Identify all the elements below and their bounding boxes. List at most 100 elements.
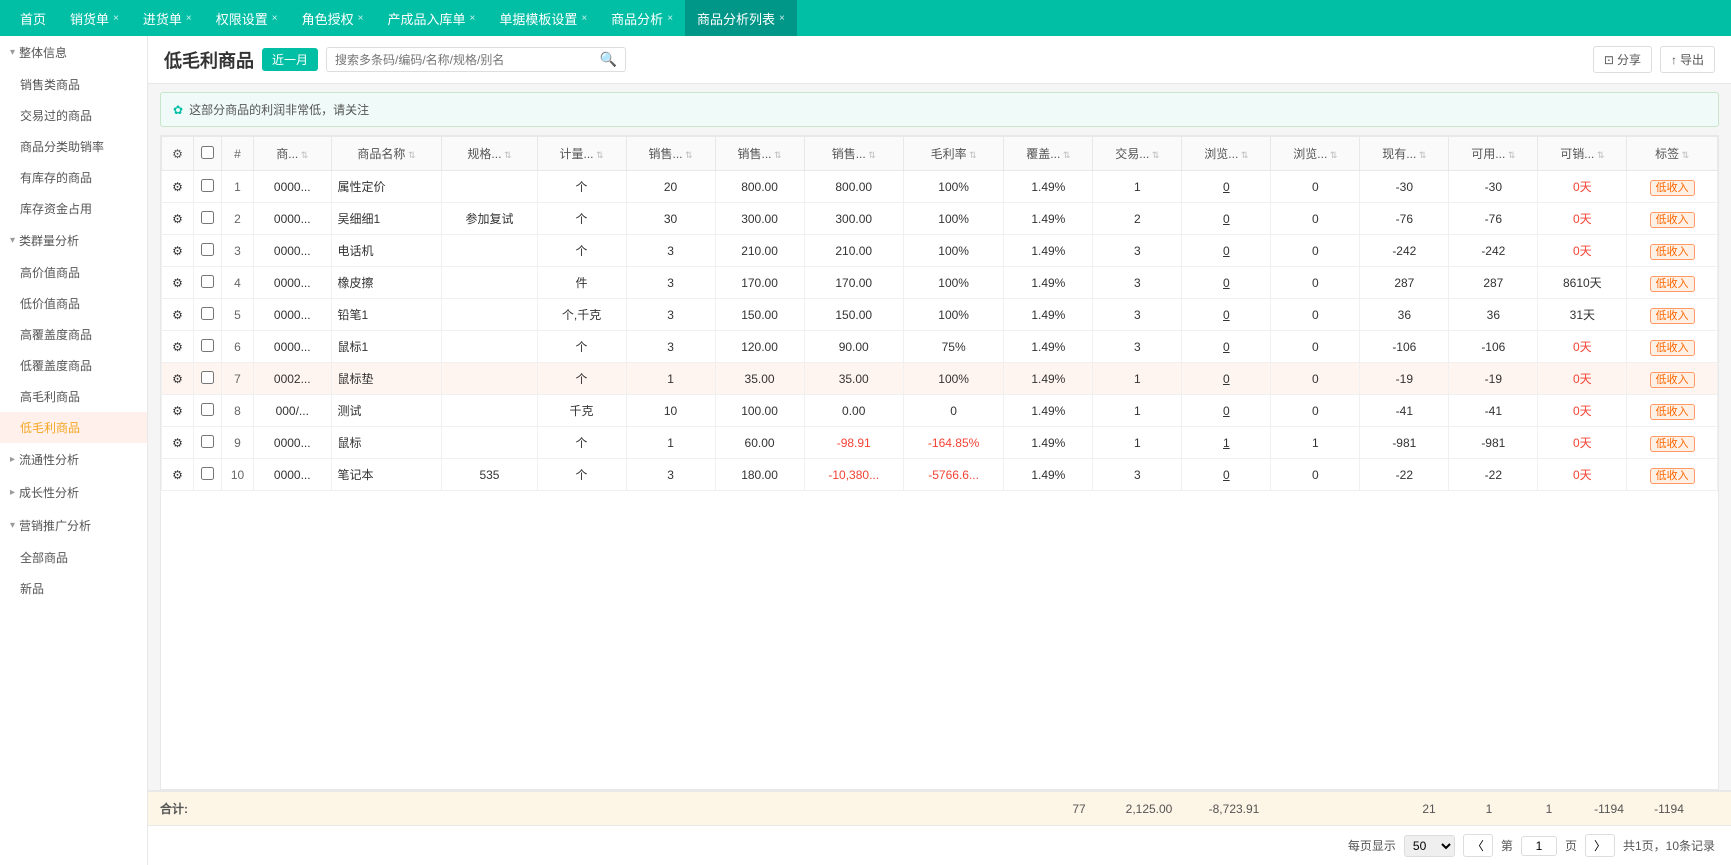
next-page-button[interactable]: 〉 (1585, 834, 1615, 857)
col-salable[interactable]: 可销... (1538, 137, 1627, 171)
col-sale-qty[interactable]: 销售... (626, 137, 715, 171)
export-button[interactable]: ↑ 导出 (1660, 46, 1715, 73)
checkbox-cell[interactable] (194, 299, 222, 331)
browse-count1-cell[interactable]: 0 (1182, 395, 1271, 427)
search-input[interactable] (335, 53, 600, 67)
sidebar-item-stock-capital[interactable]: 库存资金占用 (0, 193, 147, 224)
settings-cell[interactable]: ⚙ (162, 267, 194, 299)
col-trade-count[interactable]: 交易... (1093, 137, 1182, 171)
nav-close-icon[interactable]: × (358, 13, 364, 24)
search-icon[interactable]: 🔍 (600, 51, 617, 68)
share-button[interactable]: ⊡ 分享 (1593, 46, 1652, 73)
col-gross-rate[interactable]: 毛利率 (903, 137, 1003, 171)
nav-purchase-order[interactable]: 进货单 × (131, 0, 204, 36)
row-checkbox[interactable] (201, 467, 214, 480)
col-settings[interactable]: ⚙ (162, 137, 194, 171)
settings-cell[interactable]: ⚙ (162, 235, 194, 267)
nav-close-icon[interactable]: × (186, 13, 192, 24)
nav-home[interactable]: 首页 (8, 0, 58, 36)
settings-cell[interactable]: ⚙ (162, 299, 194, 331)
col-cover-rate[interactable]: 覆盖... (1004, 137, 1093, 171)
sidebar-item-sales-products[interactable]: 销售类商品 (0, 69, 147, 100)
browse-count1-cell[interactable]: 0 (1182, 171, 1271, 203)
col-select-all[interactable] (194, 137, 222, 171)
sidebar-item-traded-products[interactable]: 交易过的商品 (0, 100, 147, 131)
checkbox-cell[interactable] (194, 171, 222, 203)
browse-count1-cell[interactable]: 0 (1182, 299, 1271, 331)
checkbox-cell[interactable] (194, 235, 222, 267)
nav-sales-order[interactable]: 销货单 × (58, 0, 131, 36)
browse-count1-cell[interactable]: 0 (1182, 363, 1271, 395)
checkbox-cell[interactable] (194, 203, 222, 235)
row-checkbox[interactable] (201, 435, 214, 448)
nav-close-icon[interactable]: × (667, 13, 673, 24)
sidebar-group-growth[interactable]: ▸ 成长性分析 (0, 476, 147, 509)
time-filter-button[interactable]: 近一月 (262, 48, 318, 71)
settings-cell[interactable]: ⚙ (162, 171, 194, 203)
col-sale-profit[interactable]: 销售... (804, 137, 903, 171)
browse-count1-cell[interactable]: 0 (1182, 267, 1271, 299)
row-checkbox[interactable] (201, 307, 214, 320)
checkbox-cell[interactable] (194, 331, 222, 363)
checkbox-cell[interactable] (194, 267, 222, 299)
browse-count1-cell[interactable]: 0 (1182, 203, 1271, 235)
nav-template-settings[interactable]: 单据模板设置 × (487, 0, 599, 36)
browse-count1-cell[interactable]: 0 (1182, 459, 1271, 491)
sidebar-item-high-coverage[interactable]: 高覆盖度商品 (0, 319, 147, 350)
col-unit[interactable]: 计量... (537, 137, 626, 171)
sidebar-item-stock-products[interactable]: 有库存的商品 (0, 162, 147, 193)
browse-count1-cell[interactable]: 0 (1182, 235, 1271, 267)
nav-product-analysis[interactable]: 商品分析 × (599, 0, 685, 36)
sidebar-item-low-margin[interactable]: 低毛利商品 (0, 412, 147, 443)
sidebar-item-new-products[interactable]: 新品 (0, 573, 147, 604)
row-checkbox[interactable] (201, 179, 214, 192)
col-browse-count1[interactable]: 浏览... (1182, 137, 1271, 171)
prev-page-button[interactable]: 〈 (1463, 834, 1493, 857)
sidebar-item-low-coverage[interactable]: 低覆盖度商品 (0, 350, 147, 381)
browse-count1-cell[interactable]: 1 (1182, 427, 1271, 459)
settings-cell[interactable]: ⚙ (162, 459, 194, 491)
page-size-select[interactable]: 50 100 (1404, 835, 1455, 857)
col-available[interactable]: 可用... (1449, 137, 1538, 171)
settings-cell[interactable]: ⚙ (162, 331, 194, 363)
row-checkbox[interactable] (201, 243, 214, 256)
col-tag[interactable]: 标签 (1627, 137, 1718, 171)
row-checkbox[interactable] (201, 211, 214, 224)
sidebar-item-high-value[interactable]: 高价值商品 (0, 257, 147, 288)
nav-close-icon[interactable]: × (581, 13, 587, 24)
nav-close-icon[interactable]: × (469, 13, 475, 24)
sidebar-group-circulation[interactable]: ▸ 流通性分析 (0, 443, 147, 476)
row-checkbox[interactable] (201, 371, 214, 384)
sidebar-item-high-margin[interactable]: 高毛利商品 (0, 381, 147, 412)
checkbox-cell[interactable] (194, 459, 222, 491)
select-all-checkbox[interactable] (201, 146, 214, 159)
col-code[interactable]: 商... (254, 137, 332, 171)
nav-close-icon[interactable]: × (113, 13, 119, 24)
settings-cell[interactable]: ⚙ (162, 395, 194, 427)
col-sale-amount[interactable]: 销售... (715, 137, 804, 171)
browse-count1-cell[interactable]: 0 (1182, 331, 1271, 363)
nav-permissions[interactable]: 权限设置 × (204, 0, 290, 36)
col-name[interactable]: 商品名称 (331, 137, 442, 171)
nav-close-icon[interactable]: × (779, 13, 785, 24)
col-current[interactable]: 现有... (1360, 137, 1449, 171)
row-checkbox[interactable] (201, 403, 214, 416)
settings-cell[interactable]: ⚙ (162, 363, 194, 395)
sidebar-item-all-products[interactable]: 全部商品 (0, 542, 147, 573)
sidebar-item-low-value[interactable]: 低价值商品 (0, 288, 147, 319)
nav-close-icon[interactable]: × (272, 13, 278, 24)
nav-product-analysis-list[interactable]: 商品分析列表 × (685, 0, 797, 36)
checkbox-cell[interactable] (194, 427, 222, 459)
checkbox-cell[interactable] (194, 363, 222, 395)
nav-product-warehouse[interactable]: 产成品入库单 × (375, 0, 487, 36)
sidebar-group-marketing[interactable]: ▾ 营销推广分析 (0, 509, 147, 542)
page-number-input[interactable] (1521, 836, 1557, 856)
nav-role-auth[interactable]: 角色授权 × (290, 0, 376, 36)
row-checkbox[interactable] (201, 275, 214, 288)
settings-cell[interactable]: ⚙ (162, 203, 194, 235)
col-browse-count2[interactable]: 浏览... (1271, 137, 1360, 171)
sidebar-item-category-rate[interactable]: 商品分类助销率 (0, 131, 147, 162)
row-checkbox[interactable] (201, 339, 214, 352)
settings-cell[interactable]: ⚙ (162, 427, 194, 459)
col-spec[interactable]: 规格... (442, 137, 537, 171)
